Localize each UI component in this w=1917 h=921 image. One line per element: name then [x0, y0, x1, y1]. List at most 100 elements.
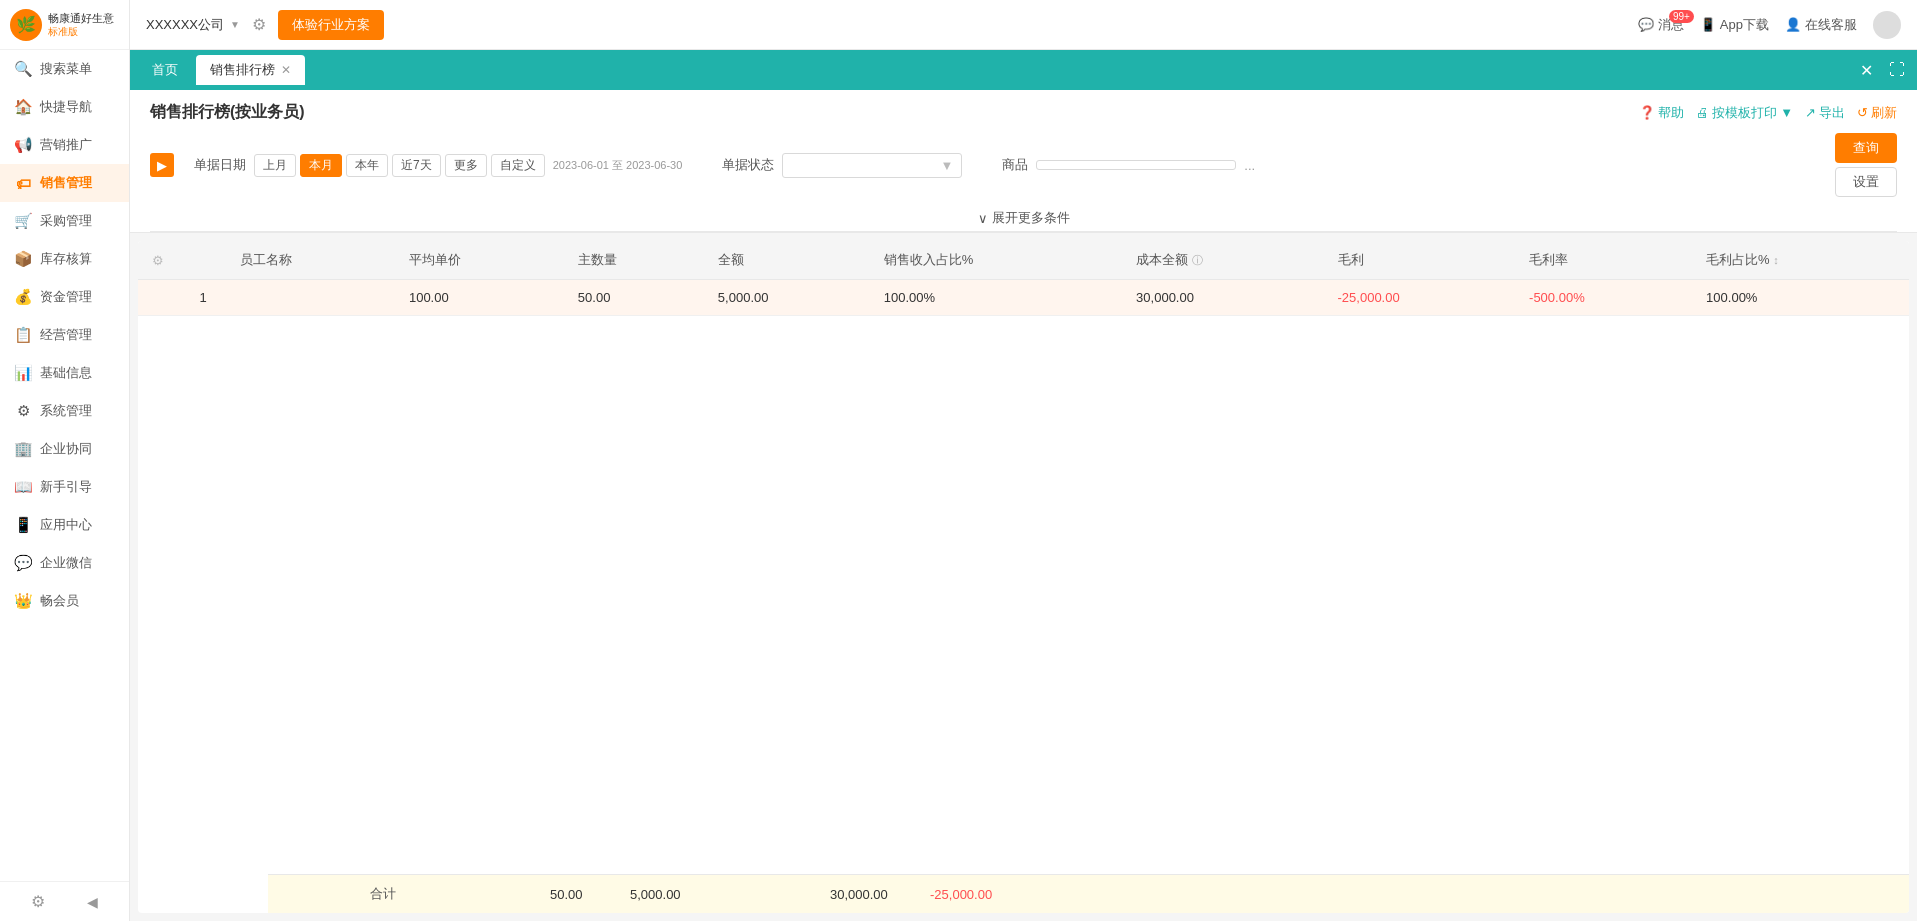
- footer-label: 合计: [370, 885, 470, 903]
- column-avg-price: 平均单价: [397, 241, 566, 280]
- row-sales-pct: 100.00%: [872, 280, 1124, 316]
- sidebar-settings-icon[interactable]: ⚙: [31, 892, 45, 911]
- purchase-icon: 🛒: [14, 212, 32, 230]
- sidebar-item-new-guide[interactable]: 📖 新手引导: [0, 468, 129, 506]
- sidebar-item-label: 快捷导航: [40, 98, 92, 116]
- avatar[interactable]: [1873, 11, 1901, 39]
- goods-input[interactable]: [1036, 160, 1236, 170]
- help-icon: ❓: [1639, 105, 1655, 120]
- sidebar-item-sales[interactable]: 🏷 销售管理: [0, 164, 129, 202]
- finance-icon: 💰: [14, 288, 32, 306]
- export-icon: ↗: [1805, 105, 1816, 120]
- table-container: ⚙ 员工名称 平均单价 主数量 全额 销售收入占比% 成本全额 ⓘ 毛利 毛利率…: [138, 241, 1909, 913]
- row-rank: 1: [178, 280, 228, 316]
- column-settings[interactable]: ⚙: [138, 241, 178, 280]
- sidebar-item-search-order[interactable]: 🔍 搜索菜单: [0, 50, 129, 88]
- tab-close-icon[interactable]: ✕: [281, 63, 291, 77]
- column-profit-pct: 毛利占比% ↕: [1694, 241, 1909, 280]
- row-name: [228, 280, 397, 316]
- sidebar-nav: 🔍 搜索菜单 🏠 快捷导航 📢 营销推广 🏷 销售管理 🛒 采购管理 📦 库存核…: [0, 50, 129, 881]
- sidebar-item-system[interactable]: ⚙ 系统管理: [0, 392, 129, 430]
- tab-home[interactable]: 首页: [138, 53, 192, 87]
- online-service-button[interactable]: 👤 在线客服: [1785, 16, 1857, 34]
- chevron-down-icon: ▼: [1780, 105, 1793, 120]
- sales-icon: 🏷: [14, 175, 32, 192]
- sidebar-collapse-icon[interactable]: ◀: [87, 894, 98, 910]
- chevron-down-icon: ∨: [978, 211, 988, 226]
- sidebar-item-marketing[interactable]: 📢 营销推广: [0, 126, 129, 164]
- sidebar-item-corp-wechat[interactable]: 💬 企业微信: [0, 544, 129, 582]
- corp-wechat-icon: 💬: [14, 554, 32, 572]
- message-button[interactable]: 💬 消息 99+: [1638, 16, 1684, 34]
- page-title: 销售排行榜(按业务员): [150, 102, 305, 123]
- row-avg-price: 100.00: [397, 280, 566, 316]
- sidebar-item-finance[interactable]: 💰 资金管理: [0, 278, 129, 316]
- sidebar-item-basics[interactable]: 📊 基础信息: [0, 354, 129, 392]
- sidebar-logo: 🌿 畅康通好生意 标准版: [0, 0, 129, 50]
- table-row: 1 100.00 50.00 5,000.00 100.00% 30,000.0…: [138, 280, 1909, 316]
- refresh-button[interactable]: ↺ 刷新: [1857, 104, 1897, 122]
- date-btn-this-month[interactable]: 本月: [300, 154, 342, 177]
- sidebar-item-operation[interactable]: 📋 经营管理: [0, 316, 129, 354]
- date-label: 单据日期: [194, 156, 246, 174]
- sidebar-item-label: 搜索菜单: [40, 60, 92, 78]
- logo-text: 畅康通好生意 标准版: [48, 11, 114, 38]
- footer-cost: 30,000.00: [830, 887, 930, 902]
- sidebar-item-app-center[interactable]: 📱 应用中心: [0, 506, 129, 544]
- sidebar-bottom: ⚙ ◀: [0, 881, 129, 921]
- export-button[interactable]: ↗ 导出: [1805, 104, 1845, 122]
- tab-sales-ranking[interactable]: 销售排行榜 ✕: [196, 55, 305, 85]
- column-profit-rate: 毛利率: [1517, 241, 1694, 280]
- template-print-button[interactable]: 🖨 按模板打印 ▼: [1696, 104, 1793, 122]
- help-button[interactable]: ❓ 帮助: [1639, 104, 1684, 122]
- settings-button[interactable]: 设置: [1835, 167, 1897, 197]
- trial-button[interactable]: 体验行业方案: [278, 10, 384, 40]
- date-range-buttons: 上月 本月 本年 近7天 更多 自定义: [254, 154, 545, 177]
- filter-row: ▶ 单据日期 上月 本月 本年 近7天 更多 自定义 2023-06: [150, 133, 1897, 197]
- message-icon: 💬: [1638, 17, 1654, 32]
- date-btn-last-month[interactable]: 上月: [254, 154, 296, 177]
- row-profit-pct: 100.00%: [1694, 280, 1909, 316]
- company-selector[interactable]: XXXXXX公司 ▼: [146, 16, 240, 34]
- sidebar-item-label: 基础信息: [40, 364, 92, 382]
- expand-button[interactable]: ∨ 展开更多条件: [978, 209, 1070, 227]
- filter-toggle-button[interactable]: ▶: [150, 153, 174, 177]
- column-sales-pct: 销售收入占比%: [872, 241, 1124, 280]
- gear-icon[interactable]: ⚙: [252, 15, 266, 34]
- sidebar-item-corp-collab[interactable]: 🏢 企业协同: [0, 430, 129, 468]
- date-btn-this-year[interactable]: 本年: [346, 154, 388, 177]
- tab-actions: ✕ ⛶: [1856, 57, 1909, 84]
- service-icon: 👤: [1785, 17, 1801, 32]
- footer-total: 5,000.00: [630, 887, 730, 902]
- query-button[interactable]: 查询: [1835, 133, 1897, 163]
- marketing-icon: 📢: [14, 136, 32, 154]
- topbar: XXXXXX公司 ▼ ⚙ 体验行业方案 💬 消息 99+ 📱 App下载 👤 在…: [130, 0, 1917, 50]
- date-btn-7days[interactable]: 近7天: [392, 154, 441, 177]
- filter-area: ▶ 单据日期 上月 本月 本年 近7天 更多 自定义 2023-06: [150, 133, 1897, 232]
- sidebar-item-inventory[interactable]: 📦 库存核算: [0, 240, 129, 278]
- minimize-icon[interactable]: ✕: [1856, 57, 1877, 84]
- date-range-display: 2023-06-01 至 2023-06-30: [553, 158, 683, 173]
- sidebar-item-label: 经营管理: [40, 326, 92, 344]
- online-service-label: 在线客服: [1805, 16, 1857, 34]
- basics-icon: 📊: [14, 364, 32, 382]
- goods-label: 商品: [1002, 156, 1028, 174]
- goods-filter: 商品 ...: [1002, 156, 1255, 174]
- app-download-button[interactable]: 📱 App下载: [1700, 16, 1769, 34]
- sidebar-item-member[interactable]: 👑 畅会员: [0, 582, 129, 620]
- row-total: 5,000.00: [706, 280, 872, 316]
- date-btn-custom[interactable]: 自定义: [491, 154, 545, 177]
- column-cost: 成本全额 ⓘ: [1124, 241, 1325, 280]
- page-actions: ❓ 帮助 🖨 按模板打印 ▼ ↗ 导出 ↺ 刷新: [1639, 104, 1897, 122]
- sidebar-item-purchase[interactable]: 🛒 采购管理: [0, 202, 129, 240]
- expand-icon[interactable]: ⛶: [1885, 57, 1909, 84]
- tabbar: 首页 销售排行榜 ✕ ✕ ⛶: [130, 50, 1917, 90]
- sidebar-item-quick-nav[interactable]: 🏠 快捷导航: [0, 88, 129, 126]
- date-btn-more[interactable]: 更多: [445, 154, 487, 177]
- chevron-down-icon: ▼: [230, 19, 240, 30]
- home-icon: 🏠: [14, 98, 32, 116]
- goods-ellipsis[interactable]: ...: [1244, 158, 1255, 173]
- print-icon: 🖨: [1696, 105, 1709, 120]
- sidebar-item-label: 销售管理: [40, 174, 92, 192]
- status-select[interactable]: ▼: [782, 153, 962, 178]
